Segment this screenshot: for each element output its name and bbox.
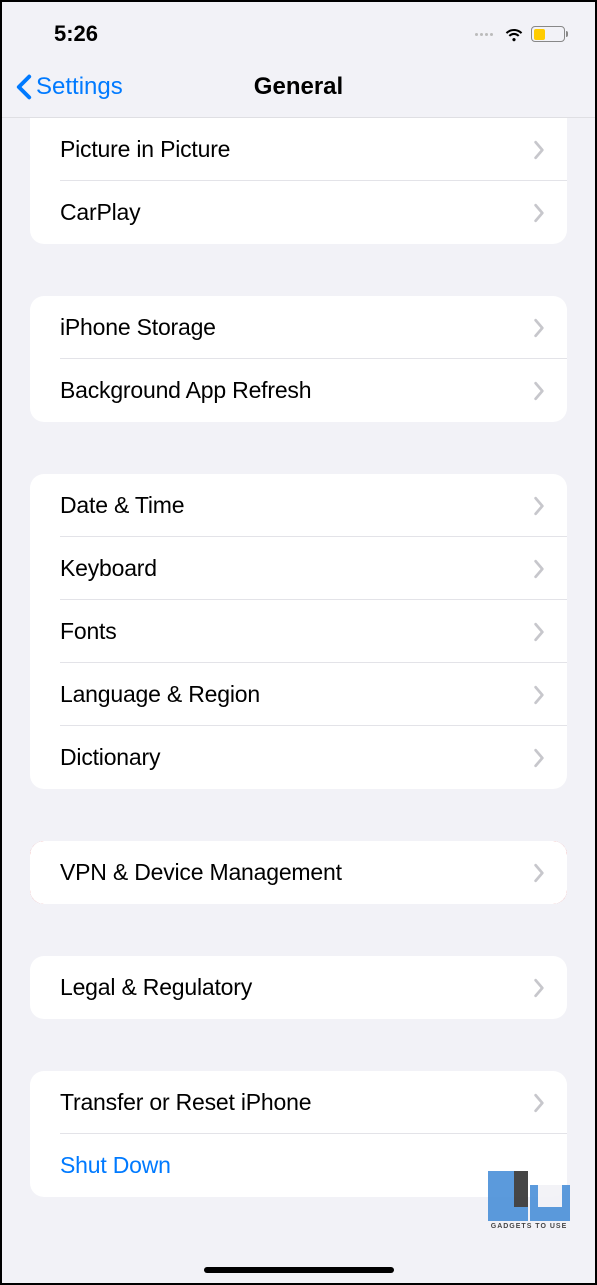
chevron-right-icon (533, 978, 545, 998)
chevron-right-icon (533, 1093, 545, 1113)
settings-group: iPhone Storage Background App Refresh (30, 296, 567, 422)
row-label: Keyboard (60, 555, 157, 582)
settings-row-background-app-refresh[interactable]: Background App Refresh (30, 359, 567, 422)
row-label: CarPlay (60, 199, 140, 226)
settings-group: Legal & Regulatory (30, 956, 567, 1019)
chevron-right-icon (533, 622, 545, 642)
settings-group-highlighted: VPN & Device Management (30, 841, 567, 904)
row-label: VPN & Device Management (60, 859, 342, 886)
signal-dots-icon (475, 33, 493, 36)
settings-row-legal-regulatory[interactable]: Legal & Regulatory (30, 956, 567, 1019)
chevron-right-icon (533, 559, 545, 579)
settings-row-date-time[interactable]: Date & Time (30, 474, 567, 537)
chevron-right-icon (533, 685, 545, 705)
settings-row-iphone-storage[interactable]: iPhone Storage (30, 296, 567, 359)
row-label: Fonts (60, 618, 117, 645)
settings-row-picture-in-picture[interactable]: Picture in Picture (30, 118, 567, 181)
back-button[interactable]: Settings (16, 73, 123, 101)
row-label: Dictionary (60, 744, 160, 771)
settings-row-dictionary[interactable]: Dictionary (30, 726, 567, 789)
row-label: Language & Region (60, 681, 260, 708)
settings-row-carplay[interactable]: CarPlay (30, 181, 567, 244)
status-time: 5:26 (54, 21, 98, 47)
chevron-right-icon (533, 381, 545, 401)
status-icons (475, 23, 565, 45)
row-label: Picture in Picture (60, 136, 230, 163)
status-bar: 5:26 (2, 2, 595, 60)
row-label: Background App Refresh (60, 377, 311, 404)
chevron-right-icon (533, 318, 545, 338)
back-label: Settings (36, 73, 123, 101)
settings-group: Picture in Picture CarPlay (30, 118, 567, 244)
settings-content: Picture in Picture CarPlay iPhone Storag… (2, 118, 595, 1197)
row-label: Date & Time (60, 492, 184, 519)
row-label: Transfer or Reset iPhone (60, 1089, 311, 1116)
chevron-right-icon (533, 863, 545, 883)
page-title: General (254, 73, 343, 101)
battery-icon (531, 26, 565, 42)
chevron-left-icon (16, 74, 32, 100)
settings-row-keyboard[interactable]: Keyboard (30, 537, 567, 600)
nav-bar: Settings General (2, 60, 595, 118)
row-label: Shut Down (60, 1152, 171, 1179)
settings-row-fonts[interactable]: Fonts (30, 600, 567, 663)
home-indicator[interactable] (204, 1267, 394, 1273)
chevron-right-icon (533, 140, 545, 160)
settings-row-transfer-reset[interactable]: Transfer or Reset iPhone (30, 1071, 567, 1134)
settings-row-vpn-device-management[interactable]: VPN & Device Management (30, 841, 567, 904)
watermark-logo: GADGETS TO USE (469, 1171, 589, 1241)
row-label: iPhone Storage (60, 314, 216, 341)
settings-group: Date & Time Keyboard Fonts Language & Re… (30, 474, 567, 789)
chevron-right-icon (533, 748, 545, 768)
settings-row-language-region[interactable]: Language & Region (30, 663, 567, 726)
chevron-right-icon (533, 496, 545, 516)
chevron-right-icon (533, 203, 545, 223)
row-label: Legal & Regulatory (60, 974, 252, 1001)
wifi-icon (503, 23, 525, 45)
watermark-text: GADGETS TO USE (491, 1223, 568, 1230)
